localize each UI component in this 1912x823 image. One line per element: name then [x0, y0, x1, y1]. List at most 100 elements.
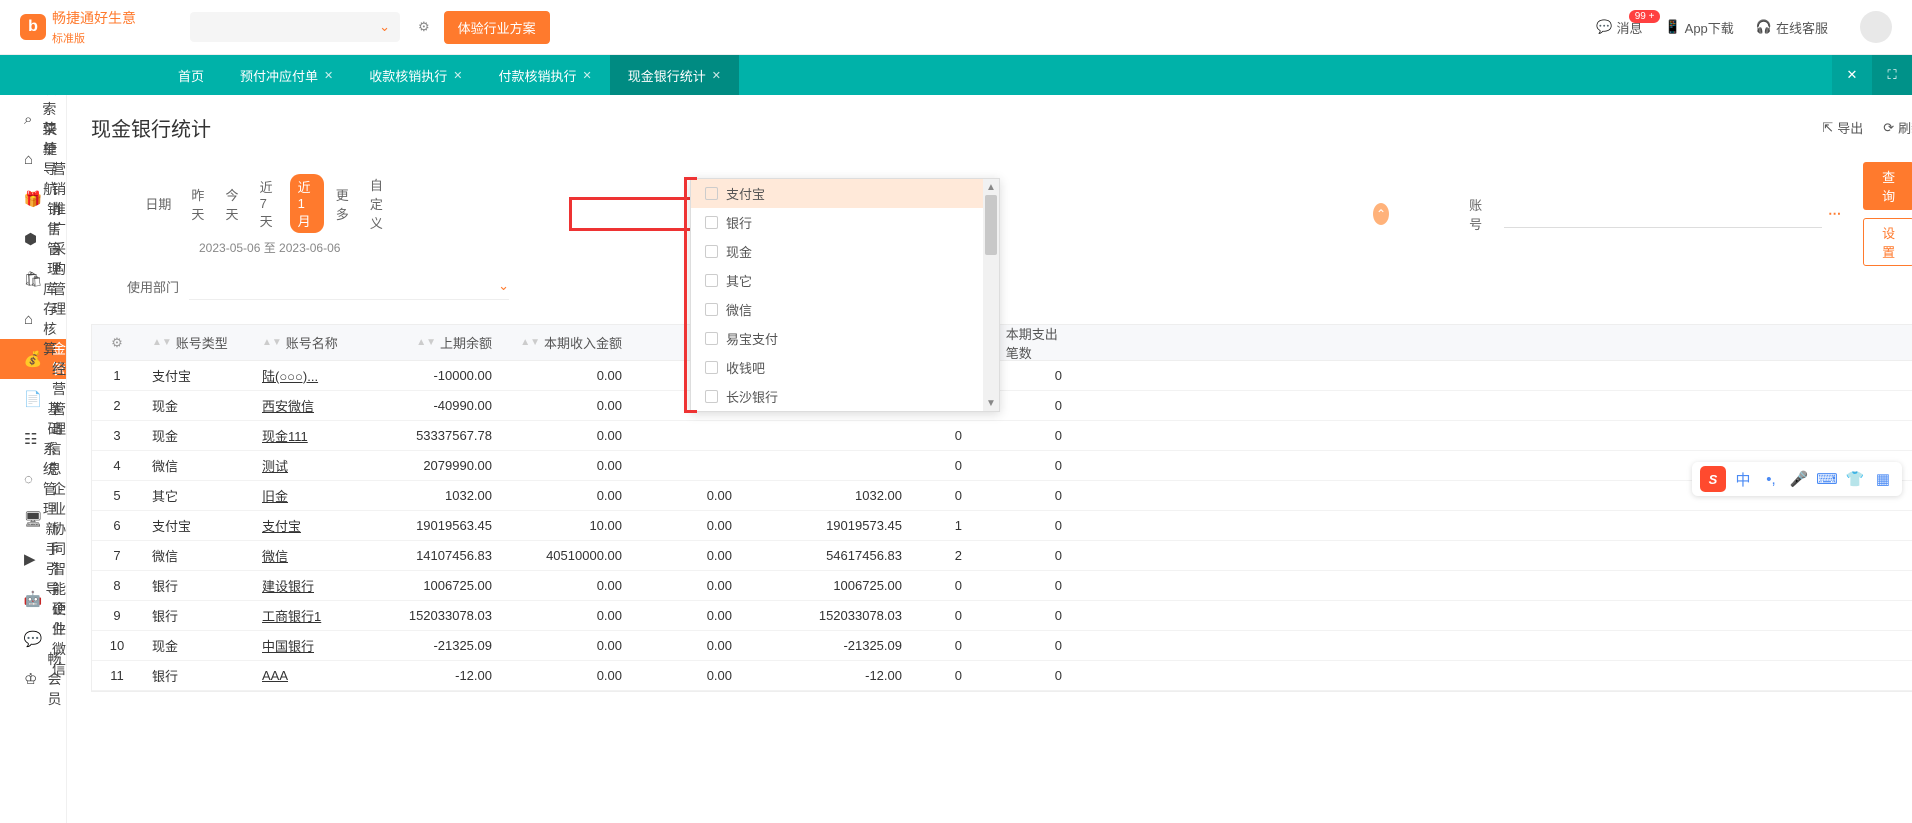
menu-icon: ⌕: [24, 110, 32, 128]
dropdown-option[interactable]: 现金: [691, 237, 999, 266]
page-title: 现金银行统计: [91, 113, 211, 142]
ime-skin-icon[interactable]: 👕: [1844, 468, 1866, 490]
chevron-down-icon: ⌄: [379, 19, 390, 35]
msg-badge: 99 +: [1629, 10, 1661, 23]
menu-icon: 🤖: [24, 590, 42, 608]
menu-icon: ⌂: [24, 150, 33, 168]
account-name-link[interactable]: 支付宝: [262, 516, 301, 535]
checkbox[interactable]: [705, 274, 718, 287]
date-opt-更多[interactable]: 更多: [328, 182, 358, 226]
menu-icon: 💰: [24, 350, 42, 368]
messages-link[interactable]: 💬 消息 99 +: [1596, 18, 1642, 37]
scrollbar[interactable]: ▲ ▼: [983, 179, 999, 411]
ime-toolbox-icon[interactable]: ▦: [1872, 468, 1894, 490]
table-row: 10现金中国银行-21325.090.000.00-21325.0900: [92, 631, 1912, 661]
ime-toolbar: S 中 •, 🎤 ⌨ 👕 ▦: [1692, 462, 1902, 496]
date-options: 昨天今天近7天近1月更多自定义: [183, 172, 399, 235]
account-name-link[interactable]: 中国银行: [262, 636, 314, 655]
date-range: 2023-05-06 至 2023-06-06: [199, 239, 399, 256]
checkbox[interactable]: [705, 303, 718, 316]
dropdown-option[interactable]: 微信: [691, 295, 999, 324]
account-name-link[interactable]: 西安微信: [262, 396, 314, 415]
headset-icon: 🎧: [1756, 19, 1772, 35]
highlight-marker: [684, 177, 697, 413]
app-download-link[interactable]: 📱 App下载: [1664, 18, 1733, 37]
scroll-thumb[interactable]: [985, 195, 997, 255]
dropdown-option[interactable]: 银行: [691, 208, 999, 237]
tab-付款核销执行[interactable]: 付款核销执行✕: [480, 55, 609, 95]
date-opt-近1月[interactable]: 近1月: [290, 174, 324, 233]
settings-button[interactable]: 设置: [1863, 218, 1912, 266]
scroll-up-icon[interactable]: ▲: [983, 179, 999, 195]
close-icon[interactable]: ✕: [453, 69, 462, 82]
org-placeholder: [200, 18, 213, 37]
org-selector[interactable]: ⌄: [190, 12, 400, 42]
account-name-link[interactable]: 旧金: [262, 486, 288, 505]
account-label: 账号: [1469, 195, 1494, 233]
brand: b 畅捷通好生意 标准版: [20, 8, 160, 46]
checkbox[interactable]: [705, 216, 718, 229]
gear-icon[interactable]: ⚙: [111, 335, 123, 351]
close-icon[interactable]: ✕: [712, 69, 721, 82]
account-name-link[interactable]: 陆(○○○)...: [262, 366, 318, 385]
date-opt-今天[interactable]: 今天: [217, 182, 247, 226]
tab-收款核销执行[interactable]: 收款核销执行✕: [351, 55, 480, 95]
fullscreen-icon[interactable]: ⛶: [1872, 55, 1912, 95]
tab-预付冲应付单[interactable]: 预付冲应付单✕: [222, 55, 351, 95]
account-name-link[interactable]: 微信: [262, 546, 288, 565]
account-name-link[interactable]: 建设银行: [262, 576, 314, 595]
tab-首页[interactable]: 首页: [160, 55, 222, 95]
sidebar-item-畅会员[interactable]: ♔畅会员: [0, 659, 66, 699]
chat-icon: 💬: [1596, 19, 1612, 35]
avatar[interactable]: [1860, 11, 1892, 43]
ime-lang[interactable]: 中: [1732, 468, 1754, 490]
account-name-link[interactable]: 工商银行1: [262, 606, 321, 625]
date-opt-自定义[interactable]: 自定义: [362, 172, 399, 235]
ime-logo-icon[interactable]: S: [1700, 466, 1726, 492]
ime-keyboard-icon[interactable]: ⌨: [1816, 468, 1838, 490]
ime-mic-icon[interactable]: 🎤: [1788, 468, 1810, 490]
plan-button[interactable]: 体验行业方案: [444, 11, 550, 44]
scroll-down-icon[interactable]: ▼: [983, 395, 999, 411]
header-right: 💬 消息 99 + 📱 App下载 🎧 在线客服: [1596, 11, 1892, 43]
close-tab-icon[interactable]: ✕: [1832, 55, 1872, 95]
account-input[interactable]: [1504, 200, 1822, 228]
account-name-link[interactable]: 测试: [262, 456, 288, 475]
chevron-down-icon: ⌄: [498, 278, 509, 294]
data-table: ⚙ ▲▼账号类型 ▲▼账号名称 ▲▼上期余额 ▲▼本期收入金额 ▲▼笔数 ▲▼本…: [91, 324, 1912, 692]
ime-punct-icon[interactable]: •,: [1760, 468, 1782, 490]
menu-icon: 🛍: [24, 270, 42, 288]
dropdown-option[interactable]: 支付宝: [691, 179, 999, 208]
dropdown-option[interactable]: 长沙银行: [691, 382, 999, 411]
service-link[interactable]: 🎧 在线客服: [1756, 18, 1828, 37]
table-row: 2现金西安微信-40990.000.0000: [92, 391, 1912, 421]
checkbox[interactable]: [705, 361, 718, 374]
tab-现金银行统计[interactable]: 现金银行统计✕: [610, 55, 739, 95]
filter-panel: 日期 昨天今天近7天近1月更多自定义 2023-05-06 至 2023-06-…: [91, 156, 1912, 310]
date-opt-昨天[interactable]: 昨天: [183, 182, 213, 226]
menu-icon: 📄: [24, 390, 42, 408]
close-icon[interactable]: ✕: [583, 69, 592, 82]
dropdown-option[interactable]: 其它: [691, 266, 999, 295]
date-opt-近7天[interactable]: 近7天: [252, 174, 286, 233]
account-name-link[interactable]: 现金111: [262, 426, 308, 445]
checkbox[interactable]: [705, 332, 718, 345]
dept-select[interactable]: ⌄: [189, 272, 509, 300]
dropdown-option[interactable]: 易宝支付: [691, 324, 999, 353]
checkbox[interactable]: [705, 187, 718, 200]
more-dots-icon[interactable]: ⋯: [1828, 206, 1843, 222]
close-icon[interactable]: ✕: [324, 69, 333, 82]
dept-label: 使用部门: [127, 277, 179, 296]
dropdown-option[interactable]: 收钱吧: [691, 353, 999, 382]
menu-icon: ☷: [24, 430, 37, 448]
checkbox[interactable]: [705, 245, 718, 258]
checkbox[interactable]: [705, 390, 718, 403]
table-row: 9银行工商银行1152033078.030.000.00152033078.03…: [92, 601, 1912, 631]
gear-icon[interactable]: ⚙: [418, 19, 430, 35]
search-button[interactable]: 查询: [1863, 162, 1912, 210]
account-name-link[interactable]: AAA: [262, 668, 288, 683]
export-button[interactable]: ⇱ 导出: [1822, 118, 1863, 137]
tabs-bar: 首页预付冲应付单✕收款核销执行✕付款核销执行✕现金银行统计✕ ✕ ⛶: [0, 55, 1912, 95]
refresh-button[interactable]: ⟳ 刷新: [1883, 118, 1912, 137]
collapse-filters-icon[interactable]: ⌃: [1373, 203, 1389, 225]
